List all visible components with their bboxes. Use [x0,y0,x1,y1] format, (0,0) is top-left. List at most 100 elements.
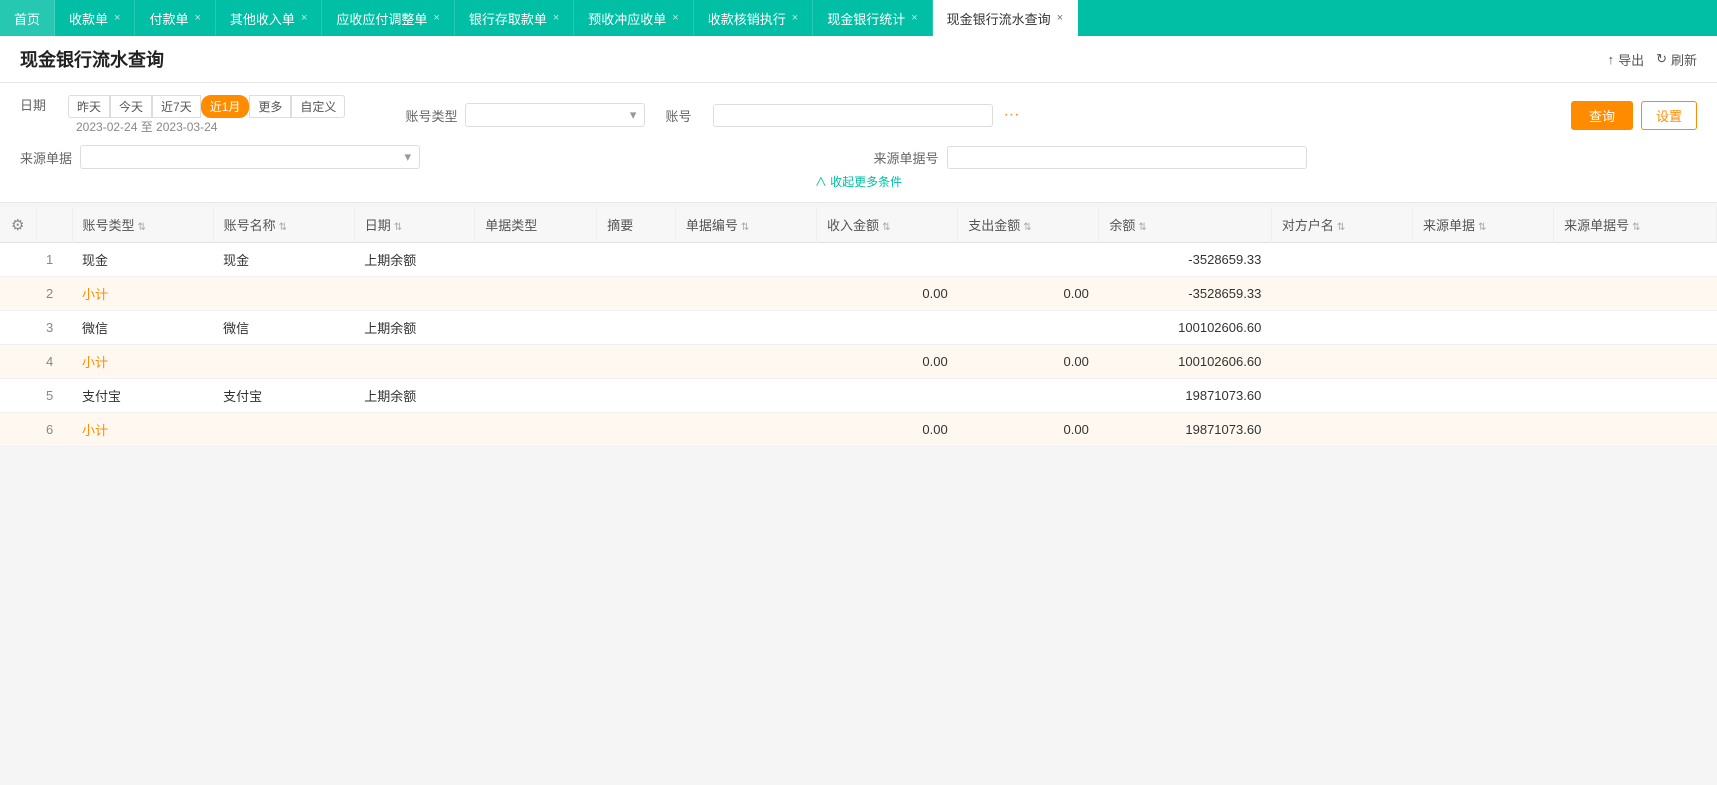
column-counterparty[interactable]: 对方户名⇅ [1271,207,1412,243]
table-body: 1现金现金上期余额-3528659.332小计0.000.00-3528659.… [0,243,1717,447]
top-navigation: 首页收款单×付款单×其他收入单×应收应付调整单×银行存取款单×预收冲应收单×收款… [0,0,1717,36]
table-header: ⚙账号类型⇅账号名称⇅日期⇅单据类型摘要单据编号⇅收入金额⇅支出金额⇅余额⇅对方… [0,207,1717,243]
row-number: 3 [36,311,72,345]
nav-item-其他收入单[interactable]: 其他收入单× [216,0,322,36]
column-source_doc_num[interactable]: 来源单据号⇅ [1554,207,1717,243]
source-doc-select[interactable]: ▾ [80,145,420,169]
column-summary: 摘要 [597,207,676,243]
close-icon[interactable]: × [301,12,307,24]
sort-icon: ⇅ [394,222,402,233]
export-icon: ↑ [1608,52,1615,67]
cell-expense: 0.00 [958,345,1099,379]
nav-item-收款单[interactable]: 收款单× [55,0,135,36]
nav-item-现金银行统计[interactable]: 现金银行统计× [813,0,932,36]
gear-icon[interactable]: ⚙ [11,217,24,234]
nav-item-付款单[interactable]: 付款单× [135,0,215,36]
cell-doc_type [475,379,597,413]
account-type-select[interactable]: ▾ [465,103,645,127]
cell-source_doc_num [1554,413,1717,447]
source-doc-num-input[interactable] [947,146,1307,169]
cell-income [817,379,958,413]
nav-item-应收应付调整单[interactable]: 应收应付调整单× [322,0,454,36]
filter-row-1: 日期 昨天今天近7天近1月更多自定义 2023-02-24 至 2023-03-… [20,95,1697,135]
cell-doc_type [475,311,597,345]
nav-item-首页[interactable]: 首页 [0,0,55,36]
cell-counterparty [1271,379,1412,413]
close-icon[interactable]: × [433,12,439,24]
date-btn-今天[interactable]: 今天 [110,95,152,118]
cell-date [354,345,474,379]
close-icon[interactable]: × [1057,12,1063,24]
account-more-button[interactable]: ··· [997,106,1025,124]
export-button[interactable]: ↑ 导出 [1608,50,1645,69]
cell-expense [958,311,1099,345]
cell-income: 0.00 [817,413,958,447]
date-btn-更多[interactable]: 更多 [249,95,291,118]
cell-account_type: 现金 [72,243,213,277]
date-btn-近7天[interactable]: 近7天 [152,95,201,118]
sort-icon: ⇅ [741,222,749,233]
close-icon[interactable]: × [194,12,200,24]
refresh-button[interactable]: ↻ 刷新 [1656,50,1697,69]
sort-icon: ⇅ [279,222,287,233]
source-doc-filter: 来源单据 ▾ [20,145,844,169]
cell-date [354,277,474,311]
table-row: 5支付宝支付宝上期余额19871073.60 [0,379,1717,413]
sort-icon: ⇅ [138,222,146,233]
close-icon[interactable]: × [792,12,798,24]
column-income[interactable]: 收入金额⇅ [817,207,958,243]
column-balance[interactable]: 余额⇅ [1099,207,1271,243]
row-gear-cell [0,277,36,311]
cell-source_doc [1412,379,1553,413]
column-doc_num[interactable]: 单据编号⇅ [675,207,816,243]
date-btn-近1月[interactable]: 近1月 [201,95,250,118]
account-input[interactable] [713,104,993,127]
cell-counterparty [1271,277,1412,311]
column-source_doc[interactable]: 来源单据⇅ [1412,207,1553,243]
date-btn-自定义[interactable]: 自定义 [291,95,345,118]
row-number: 5 [36,379,72,413]
account-label: 账号 [665,106,705,125]
cell-doc_type [475,345,597,379]
cell-account_name: 微信 [213,311,354,345]
date-btn-昨天[interactable]: 昨天 [68,95,110,118]
query-button[interactable]: 查询 [1571,101,1633,130]
settings-button[interactable]: 设置 [1641,101,1697,130]
sort-icon: ⇅ [1478,222,1486,233]
close-icon[interactable]: × [114,12,120,24]
close-icon[interactable]: × [553,12,559,24]
nav-item-收款核销执行[interactable]: 收款核销执行× [694,0,813,36]
page-title: 现金银行流水查询 [20,46,164,72]
cell-date: 上期余额 [354,243,474,277]
nav-item-预收冲应收单[interactable]: 预收冲应收单× [574,0,693,36]
column-expense[interactable]: 支出金额⇅ [958,207,1099,243]
cell-doc_num [675,379,816,413]
cell-account_name [213,277,354,311]
cell-source_doc_num [1554,379,1717,413]
cell-account_name [213,345,354,379]
column-date[interactable]: 日期⇅ [354,207,474,243]
page-header: 现金银行流水查询 ↑ 导出 ↻ 刷新 [0,36,1717,83]
nav-item-现金银行流水查询[interactable]: 现金银行流水查询× [933,0,1078,36]
source-doc-label: 来源单据 [20,148,72,167]
cell-doc_num [675,311,816,345]
cell-balance: -3528659.33 [1099,243,1271,277]
cell-doc_num [675,413,816,447]
cell-account_name: 支付宝 [213,379,354,413]
sort-icon: ⇅ [1632,222,1640,233]
cell-source_doc [1412,243,1553,277]
cell-balance: -3528659.33 [1099,277,1271,311]
column-settings[interactable]: ⚙ [0,207,36,243]
filter-actions: 查询 设置 [1571,101,1697,130]
cell-date: 上期余额 [354,379,474,413]
cell-doc_num [675,277,816,311]
column-account_name[interactable]: 账号名称⇅ [213,207,354,243]
close-icon[interactable]: × [911,12,917,24]
cell-summary [597,311,676,345]
header-actions: ↑ 导出 ↻ 刷新 [1608,50,1697,69]
collapse-bar[interactable]: ∧ 收起更多条件 [20,169,1697,194]
column-account_type[interactable]: 账号类型⇅ [72,207,213,243]
nav-item-银行存取款单[interactable]: 银行存取款单× [455,0,574,36]
cell-balance: 19871073.60 [1099,413,1271,447]
close-icon[interactable]: × [672,12,678,24]
